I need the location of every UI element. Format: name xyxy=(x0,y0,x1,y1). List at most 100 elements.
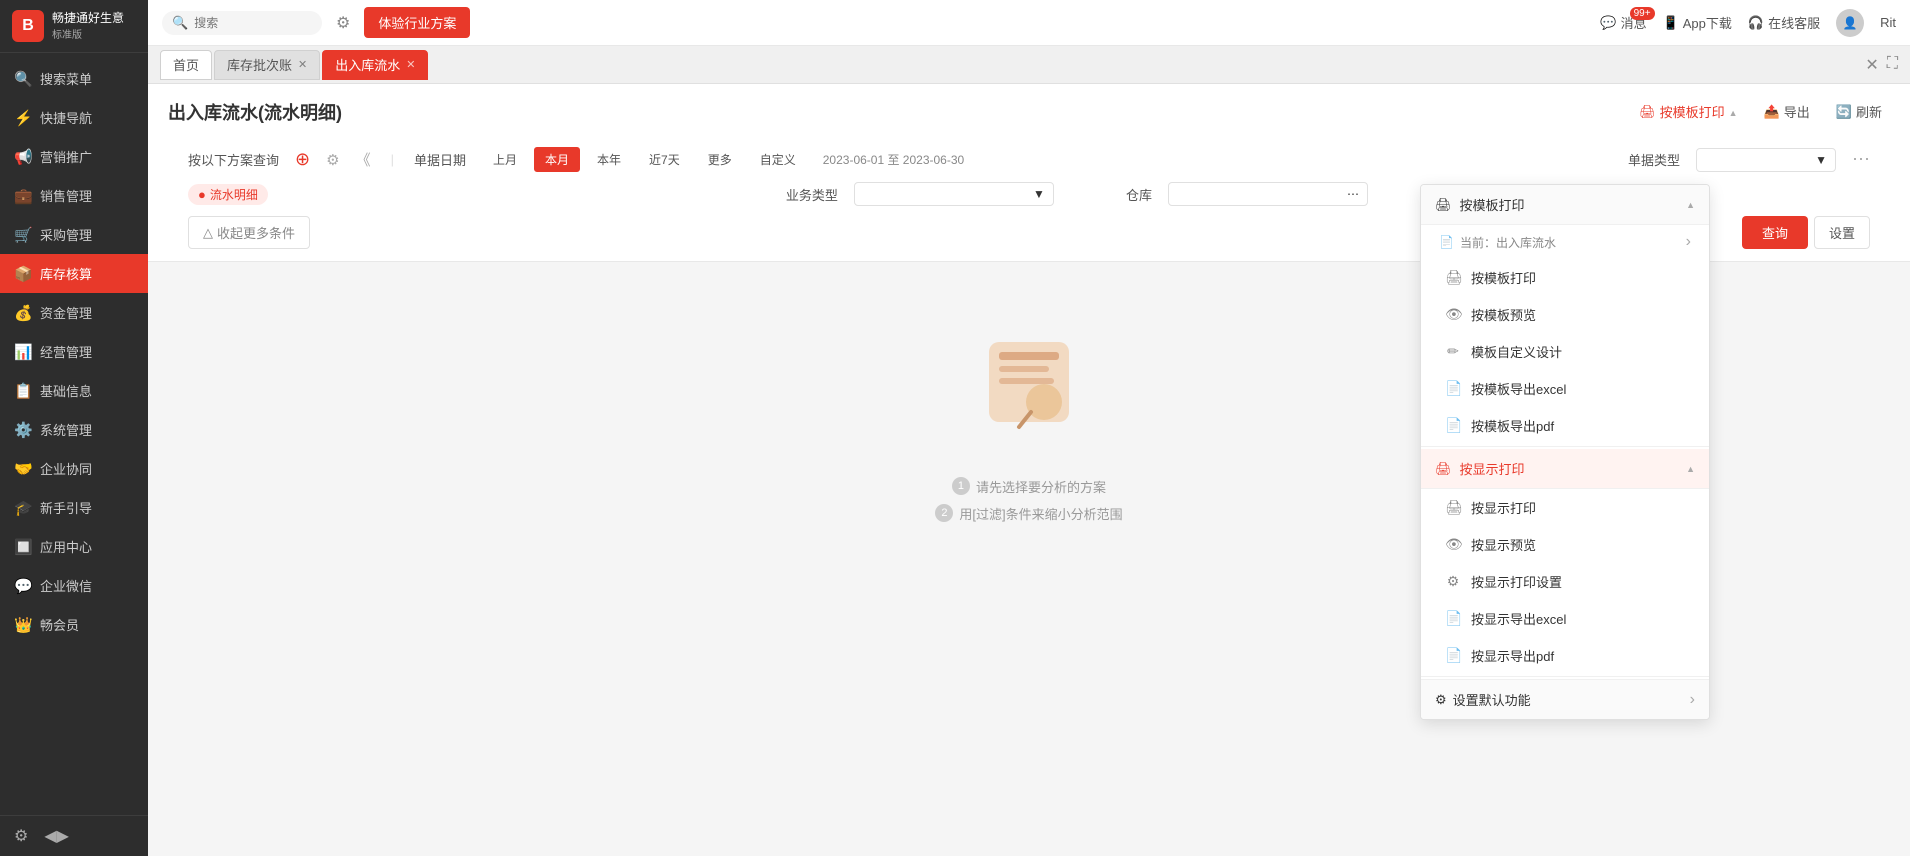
search-plan-label: 按以下方案查询 xyxy=(188,150,279,169)
item-eye-icon: 👁 xyxy=(1445,306,1461,323)
item-label: 按显示导出excel xyxy=(1471,609,1566,628)
sidebar-item-inventory[interactable]: 📦 库存核算 xyxy=(0,254,148,293)
dropdown-display-header-right xyxy=(1686,463,1695,475)
sidebar-item-search[interactable]: 🔍 搜索菜单 xyxy=(0,59,148,98)
topbar: 🔍 ⚙ 体验行业方案 💬 消息 99+ 📱 App下载 🎧 在线客服 👤 Rit xyxy=(148,0,1910,46)
sidebar-nav: 🔍 搜索菜单 ⚡ 快捷导航 📢 营销推广 💼 销售管理 🛒 采购管理 📦 库存核… xyxy=(0,53,148,815)
sidebar-item-base[interactable]: 📋 基础信息 xyxy=(0,371,148,410)
tab-flow-close-icon[interactable]: ✕ xyxy=(406,58,415,71)
member-nav-icon: 👑 xyxy=(14,616,32,634)
date-tag-this-year[interactable]: 本年 xyxy=(586,147,632,172)
dropdown-current: 📄 当前：出入库流水 xyxy=(1421,225,1709,259)
sidebar-item-label: 快捷导航 xyxy=(40,108,92,127)
wechat-nav-icon: 💬 xyxy=(14,577,32,595)
export-button[interactable]: 📤 导出 xyxy=(1756,98,1818,125)
collapse-icon[interactable]: ◀▶ xyxy=(44,826,69,846)
sidebar-item-member[interactable]: 👑 畅会员 xyxy=(0,605,148,644)
tab-batch[interactable]: 库存批次账 ✕ xyxy=(214,50,320,80)
collapse-button[interactable]: △ 收起更多条件 xyxy=(188,216,310,249)
topbar-right: 💬 消息 99+ 📱 App下载 🎧 在线客服 👤 Rit xyxy=(1600,9,1896,37)
dropdown-item-template-excel[interactable]: 📄 按模板导出excel xyxy=(1421,370,1709,407)
page-title: 出入库流水(流水明细) xyxy=(168,99,342,125)
flow-detail-tag[interactable]: ● 流水明细 xyxy=(188,184,268,205)
tabs-bar-right: ✕ ⛶ xyxy=(1865,55,1898,75)
search-input[interactable] xyxy=(194,16,294,30)
date-tag-custom[interactable]: 自定义 xyxy=(749,147,807,172)
date-tag-last-month[interactable]: 上月 xyxy=(482,147,528,172)
collapse-label: 收起更多条件 xyxy=(217,223,295,242)
dropdown-item-template-pdf[interactable]: 📄 按模板导出pdf xyxy=(1421,407,1709,444)
dropdown-item-display-preview[interactable]: 👁 按显示预览 xyxy=(1421,526,1709,563)
base-nav-icon: 📋 xyxy=(14,382,32,400)
sidebar-item-system[interactable]: ⚙️ 系统管理 xyxy=(0,410,148,449)
sidebar-item-shortcut[interactable]: ⚡ 快捷导航 xyxy=(0,98,148,137)
dropdown-item-display-pdf[interactable]: 📄 按显示导出pdf xyxy=(1421,637,1709,674)
settings-button[interactable]: 设置 xyxy=(1814,216,1870,249)
solution-button[interactable]: 体验行业方案 xyxy=(364,7,470,38)
sidebar-item-label: 企业微信 xyxy=(40,576,92,595)
item-label: 按模板导出excel xyxy=(1471,379,1566,398)
gear-icon[interactable]: ⚙ xyxy=(336,13,350,33)
filter-row-top: 按以下方案查询 ⊕ ⚙ 《 | 单据日期 上月 本月 本年 近7天 更多 自定义… xyxy=(188,147,1870,172)
sidebar-item-apps[interactable]: 🔲 应用中心 xyxy=(0,527,148,566)
tab-batch-close-icon[interactable]: ✕ xyxy=(298,58,307,71)
dropdown-item-template-preview[interactable]: 👁 按模板预览 xyxy=(1421,296,1709,333)
biz-type-label: 业务类型 xyxy=(786,185,838,204)
date-tag-7days[interactable]: 近7天 xyxy=(638,147,691,172)
sidebar-item-purchase[interactable]: 🛒 采购管理 xyxy=(0,215,148,254)
tab-home[interactable]: 首页 xyxy=(160,50,212,80)
service-button[interactable]: 🎧 在线客服 xyxy=(1748,13,1820,32)
sidebar: B 畅捷通好生意 标准版 🔍 搜索菜单 ⚡ 快捷导航 📢 营销推广 💼 销售管理… xyxy=(0,0,148,856)
hint-num-2: 2 xyxy=(935,504,953,522)
app-download-button[interactable]: 📱 App下载 xyxy=(1663,13,1732,32)
dropdown-display-section-header[interactable]: 🖨 按显示打印 xyxy=(1421,449,1709,489)
current-expand-icon[interactable] xyxy=(1686,233,1691,251)
dropdown-header-left: 🖨 按模板打印 xyxy=(1435,195,1525,214)
query-button[interactable]: 查询 xyxy=(1742,216,1808,249)
avatar[interactable]: 👤 xyxy=(1836,9,1864,37)
sidebar-item-marketing[interactable]: 📢 营销推广 xyxy=(0,137,148,176)
tab-flow[interactable]: 出入库流水 ✕ xyxy=(322,50,428,80)
add-plan-icon[interactable]: ⊕ xyxy=(295,149,310,170)
footer-chevron-icon[interactable] xyxy=(1690,691,1695,709)
dropdown-footer[interactable]: ⚙ 设置默认功能 xyxy=(1421,679,1709,719)
tab-maximize-icon[interactable]: ⛶ xyxy=(1887,55,1898,75)
tab-close-all-icon[interactable]: ✕ xyxy=(1865,55,1878,75)
page-content: 出入库流水(流水明细) 🖨 按模板打印 📤 导出 🔄 刷新 xyxy=(148,84,1910,856)
sidebar-item-operation[interactable]: 📊 经营管理 xyxy=(0,332,148,371)
template-print-button[interactable]: 🖨 按模板打印 xyxy=(1631,98,1745,125)
operation-nav-icon: 📊 xyxy=(14,343,32,361)
topbar-search-wrap[interactable]: 🔍 xyxy=(162,11,322,35)
settings-plan-icon[interactable]: ⚙ xyxy=(326,151,339,169)
type-more-icon[interactable]: ⋯ xyxy=(1852,149,1870,170)
sidebar-item-finance[interactable]: 💰 资金管理 xyxy=(0,293,148,332)
sidebar-item-coop[interactable]: 🤝 企业协同 xyxy=(0,449,148,488)
refresh-button[interactable]: 🔄 刷新 xyxy=(1828,98,1890,125)
warehouse-select[interactable]: ⋯ xyxy=(1168,182,1368,206)
dropdown-item-template-print[interactable]: 🖨 按模板打印 xyxy=(1421,259,1709,296)
dropdown-header[interactable]: 🖨 按模板打印 xyxy=(1421,185,1709,225)
collapse-plan-icon[interactable]: 《 xyxy=(356,149,371,170)
dropdown-item-display-settings[interactable]: ⚙ 按显示打印设置 xyxy=(1421,563,1709,600)
item-display-excel-icon: 📄 xyxy=(1445,610,1461,627)
dropdown-item-template-custom[interactable]: ✏ 模板自定义设计 xyxy=(1421,333,1709,370)
display-caret-icon xyxy=(1686,463,1695,475)
date-tag-more[interactable]: 更多 xyxy=(697,147,743,172)
footer-label: 设置默认功能 xyxy=(1453,690,1531,709)
type-select[interactable]: ▼ xyxy=(1696,148,1836,172)
sidebar-item-guide[interactable]: 🎓 新手引导 xyxy=(0,488,148,527)
purchase-nav-icon: 🛒 xyxy=(14,226,32,244)
dropdown-item-display-excel[interactable]: 📄 按显示导出excel xyxy=(1421,600,1709,637)
dropdown-footer-divider xyxy=(1421,676,1709,677)
item-label: 按模板打印 xyxy=(1471,268,1536,287)
date-tag-this-month[interactable]: 本月 xyxy=(534,147,580,172)
sidebar-item-label: 系统管理 xyxy=(40,420,92,439)
message-icon: 💬 xyxy=(1600,15,1616,31)
sidebar-item-wechat[interactable]: 💬 企业微信 xyxy=(0,566,148,605)
apps-nav-icon: 🔲 xyxy=(14,538,32,556)
biz-type-select[interactable]: ▼ xyxy=(854,182,1054,206)
dropdown-item-display-print[interactable]: 🖨 按显示打印 xyxy=(1421,489,1709,526)
sidebar-item-sales[interactable]: 💼 销售管理 xyxy=(0,176,148,215)
settings-icon[interactable]: ⚙ xyxy=(14,826,28,846)
message-button[interactable]: 💬 消息 99+ xyxy=(1600,13,1646,32)
